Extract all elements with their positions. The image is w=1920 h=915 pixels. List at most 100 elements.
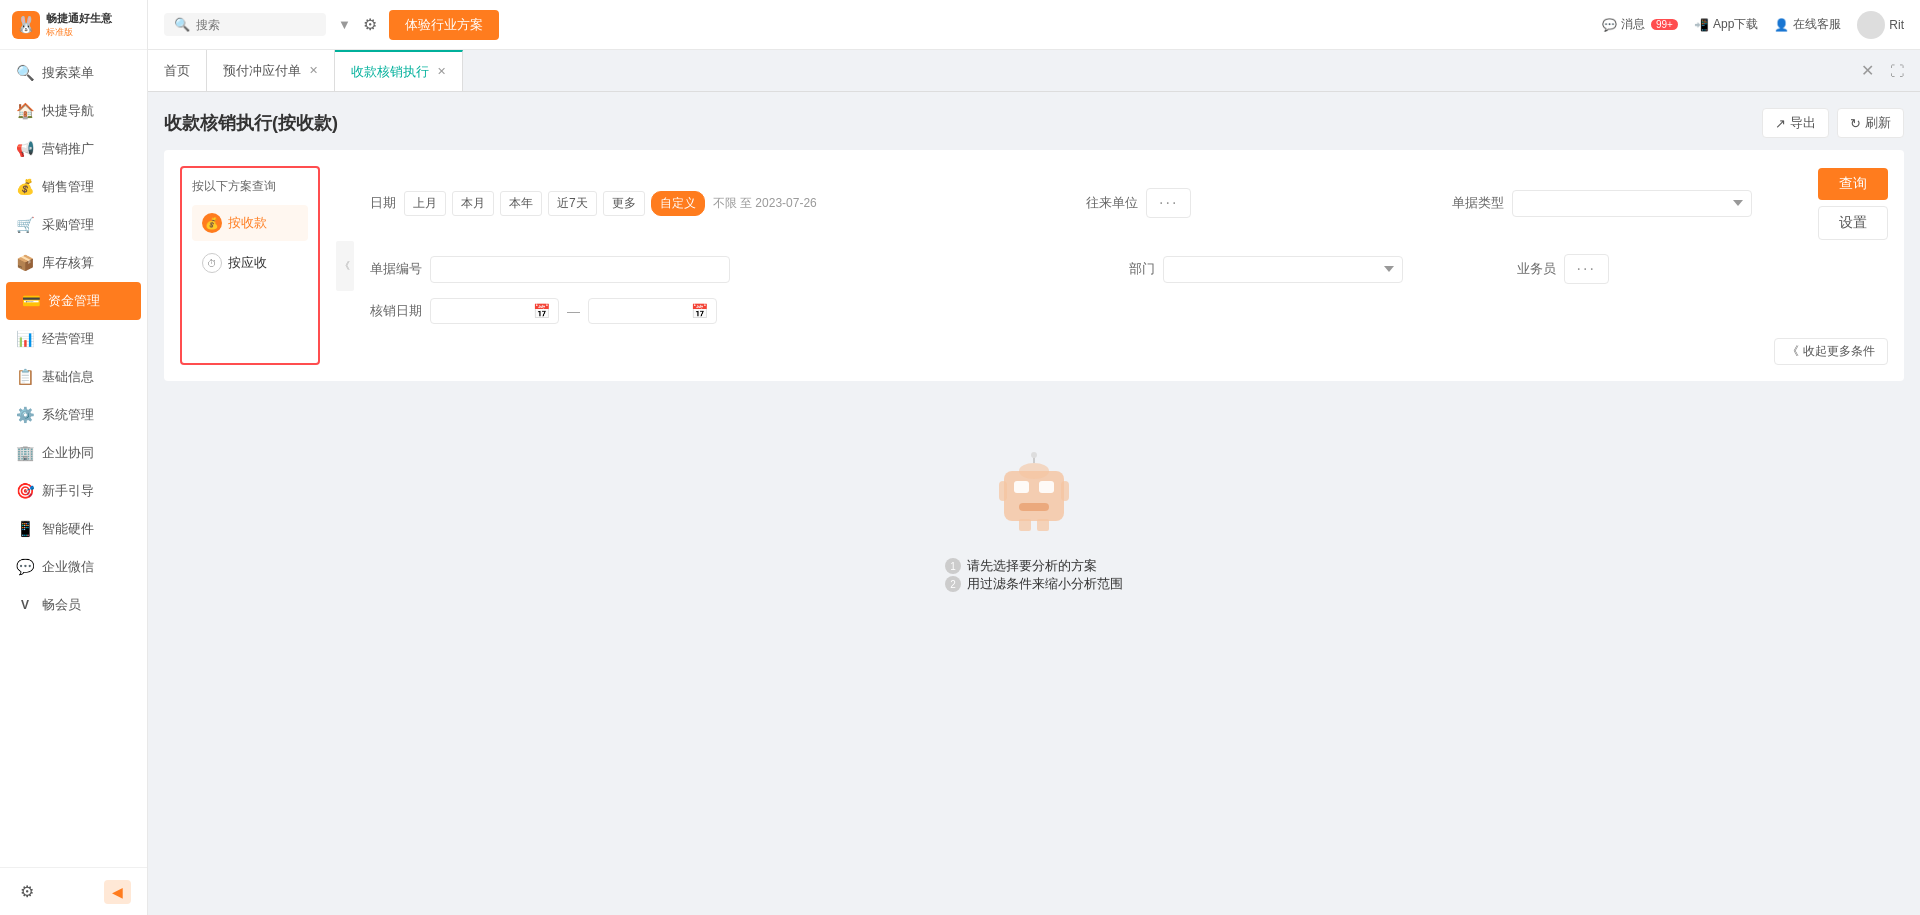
verify-date-start-wrap[interactable]: 2023-03-01 📅: [430, 298, 559, 324]
counterpart-label: 往来单位: [1086, 194, 1138, 212]
user-avatar: [1857, 11, 1885, 39]
date-last-7-days-btn[interactable]: 近7天: [548, 191, 597, 216]
verify-date-end-input[interactable]: 2023-07-21: [597, 304, 687, 319]
topbar-dropdown-icon[interactable]: ▼: [338, 17, 351, 32]
sidebar-item-label: 系统管理: [42, 406, 94, 424]
logo-text-block: 畅捷通好生意 标准版: [46, 11, 112, 39]
sidebar-item-label: 企业微信: [42, 558, 94, 576]
filter-by-receipt-label: 按收款: [228, 214, 267, 232]
svg-rect-1: [1014, 481, 1029, 493]
marketing-icon: 📢: [16, 140, 34, 158]
wechat-icon: 💬: [16, 558, 34, 576]
sidebar-item-operations[interactable]: 📊 经营管理: [0, 320, 147, 358]
sidebar-nav: 🔍 搜索菜单 🏠 快捷导航 📢 营销推广 💰 销售管理 🛒 采购管理 📦 库存核…: [0, 50, 147, 867]
sidebar-item-hardware[interactable]: 📱 智能硬件: [0, 510, 147, 548]
filter-form: 日期 上月 本月 本年 近7天 更多 自定义 不限 至 2023-07-26 往…: [370, 166, 1888, 365]
sidebar-item-finance[interactable]: 💳 资金管理: [6, 282, 141, 320]
topbar-app-download[interactable]: 📲 App下载: [1694, 16, 1758, 33]
sales-icon: 💰: [16, 178, 34, 196]
tab-prepay-close[interactable]: ✕: [309, 64, 318, 77]
sidebar-item-label: 采购管理: [42, 216, 94, 234]
sidebar-item-system[interactable]: ⚙️ 系统管理: [0, 396, 147, 434]
export-btn[interactable]: ↗ 导出: [1762, 108, 1829, 138]
svg-rect-4: [999, 481, 1007, 501]
salesperson-label: 业务员: [1517, 260, 1556, 278]
app-icon: 📲: [1694, 18, 1709, 32]
sidebar-item-enterprise[interactable]: 🏢 企业协同: [0, 434, 147, 472]
query-btn[interactable]: 查询: [1818, 168, 1888, 200]
logo-badge: 标准版: [46, 26, 112, 39]
dept-label: 部门: [1129, 260, 1155, 278]
topbar-search-icon: 🔍: [174, 17, 190, 32]
empty-state: 1 请先选择要分析的方案 2 用过滤条件来缩小分析范围: [164, 381, 1904, 653]
sidebar-item-label: 新手引导: [42, 482, 94, 500]
topbar-search-input[interactable]: [196, 18, 316, 32]
verify-date-end-wrap[interactable]: 2023-07-21 📅: [588, 298, 717, 324]
sidebar-collapse-btn[interactable]: ◀: [104, 880, 131, 904]
sidebar-footer: ⚙ ◀: [0, 867, 147, 915]
sidebar-item-guide[interactable]: 🎯 新手引导: [0, 472, 147, 510]
sidebar-item-quick-nav[interactable]: 🏠 快捷导航: [0, 92, 147, 130]
sidebar-item-label: 销售管理: [42, 178, 94, 196]
tab-receivable-close[interactable]: ✕: [437, 65, 446, 78]
filter-by-receipt[interactable]: 💰 按收款: [192, 205, 308, 241]
topbar-messages[interactable]: 💬 消息 99+: [1602, 16, 1678, 33]
sidebar-item-member[interactable]: V 畅会员: [0, 586, 147, 624]
sidebar-item-purchase[interactable]: 🛒 采购管理: [0, 206, 147, 244]
page-actions: ↗ 导出 ↻ 刷新: [1762, 108, 1904, 138]
date-more-btn[interactable]: 更多: [603, 191, 645, 216]
settings-btn[interactable]: 设置: [1818, 206, 1888, 240]
topbar-user[interactable]: Rit: [1857, 11, 1904, 39]
collapse-more-area: 《 收起更多条件: [370, 338, 1888, 365]
sidebar-item-marketing[interactable]: 📢 营销推广: [0, 130, 147, 168]
verify-date-range: 2023-03-01 📅 — 2023-07-21 📅: [430, 298, 717, 324]
tab-close-all-btn[interactable]: ✕: [1857, 57, 1878, 84]
topbar-online-service[interactable]: 👤 在线客服: [1774, 16, 1841, 33]
sidebar-item-sales[interactable]: 💰 销售管理: [0, 168, 147, 206]
date-this-year-btn[interactable]: 本年: [500, 191, 542, 216]
verify-date-start-cal-icon[interactable]: 📅: [533, 303, 550, 319]
tab-home-label: 首页: [164, 62, 190, 80]
docno-input[interactable]: [430, 256, 730, 283]
filter-verify-date-field: 核销日期 2023-03-01 📅 — 2023-07-21 📅: [370, 298, 1888, 324]
verify-date-start-input[interactable]: 2023-03-01: [439, 304, 529, 319]
sidebar-item-inventory[interactable]: 📦 库存核算: [0, 244, 147, 282]
filter-by-receivable-label: 按应收: [228, 254, 267, 272]
tab-prepay-label: 预付冲应付单: [223, 62, 301, 80]
logo-icon: 🐰: [12, 11, 40, 39]
tab-expand-btn[interactable]: ⛶: [1886, 59, 1908, 83]
salesperson-select-btn[interactable]: ···: [1564, 254, 1609, 284]
date-last-month-btn[interactable]: 上月: [404, 191, 446, 216]
filter-by-receivable[interactable]: ⏱ 按应收: [192, 245, 308, 281]
doctype-select[interactable]: [1512, 190, 1752, 217]
counterpart-select-btn[interactable]: ···: [1146, 188, 1191, 218]
topbar-industry-btn[interactable]: 体验行业方案: [389, 10, 499, 40]
quick-nav-icon: 🏠: [16, 102, 34, 120]
doctype-label: 单据类型: [1452, 194, 1504, 212]
guide-icon: 🎯: [16, 482, 34, 500]
sidebar-item-wechat[interactable]: 💬 企业微信: [0, 548, 147, 586]
service-icon: 👤: [1774, 18, 1789, 32]
tab-home[interactable]: 首页: [148, 50, 207, 91]
sidebar-item-search-menu[interactable]: 🔍 搜索菜单: [0, 54, 147, 92]
svg-rect-6: [1019, 519, 1031, 531]
topbar-settings-btn[interactable]: ⚙: [363, 15, 377, 34]
refresh-btn[interactable]: ↻ 刷新: [1837, 108, 1904, 138]
content-area: 收款核销执行(按收款) ↗ 导出 ↻ 刷新 按以下方案查询 💰 按收款: [148, 92, 1920, 915]
sidebar-item-label: 资金管理: [48, 292, 100, 310]
date-this-month-btn[interactable]: 本月: [452, 191, 494, 216]
tab-prepay[interactable]: 预付冲应付单 ✕: [207, 50, 335, 91]
date-custom-btn[interactable]: 自定义: [651, 191, 705, 216]
tip2-num: 2: [945, 576, 961, 592]
operations-icon: 📊: [16, 330, 34, 348]
svg-rect-7: [1037, 519, 1049, 531]
collapse-more-btn[interactable]: 《 收起更多条件: [1774, 338, 1888, 365]
sidebar-collapse-toggle[interactable]: 《: [336, 241, 354, 291]
sidebar-settings-btn[interactable]: ⚙: [16, 878, 38, 905]
tab-receivable[interactable]: 收款核销执行 ✕: [335, 50, 463, 91]
verify-date-end-cal-icon[interactable]: 📅: [691, 303, 708, 319]
dept-select[interactable]: [1163, 256, 1403, 283]
sidebar-item-basic-info[interactable]: 📋 基础信息: [0, 358, 147, 396]
topbar-search-box[interactable]: 🔍: [164, 13, 326, 36]
collapse-more-label: 收起更多条件: [1803, 343, 1875, 360]
